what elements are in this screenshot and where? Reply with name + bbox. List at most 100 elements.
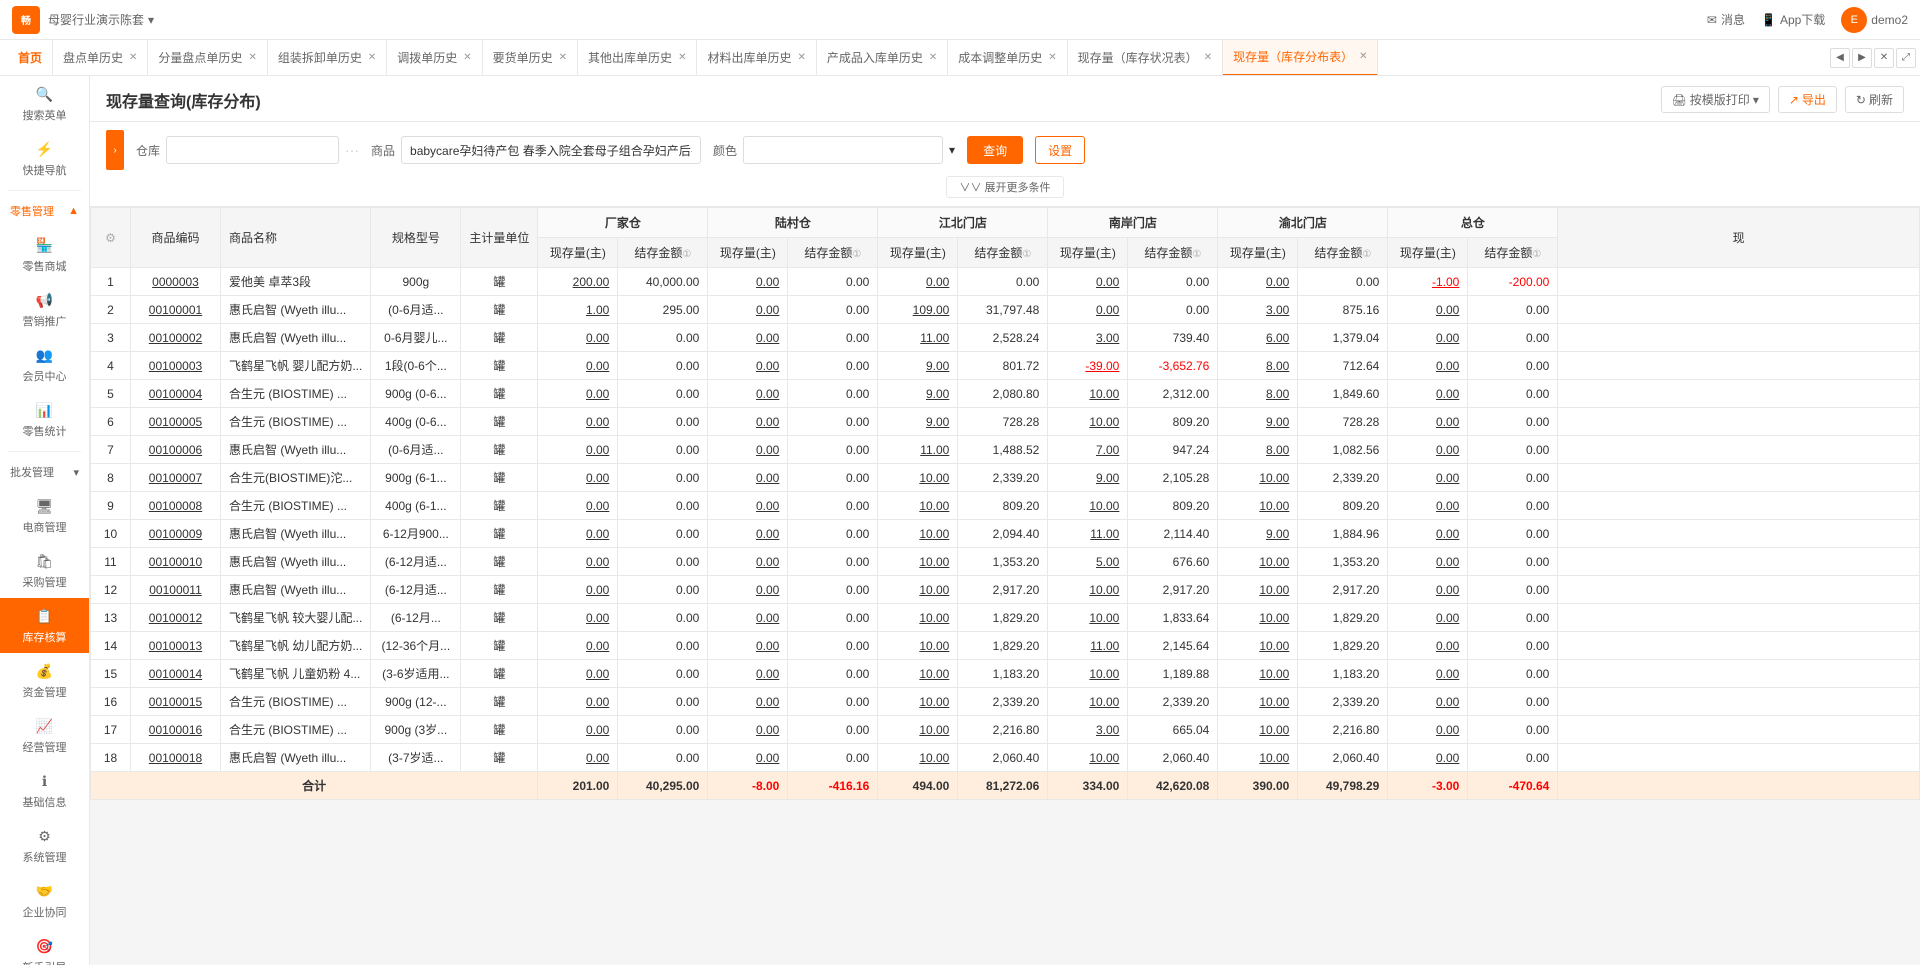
- tab-close-all-btn[interactable]: ✕: [1874, 48, 1894, 68]
- row-fc-qty[interactable]: 0.00: [538, 324, 618, 352]
- sidebar-item-marketing[interactable]: 📢 营销推广: [0, 282, 89, 337]
- lc-amt-info-icon[interactable]: ①: [852, 249, 861, 260]
- row-total-qty[interactable]: 0.00: [1388, 716, 1468, 744]
- row-na-qty[interactable]: 10.00: [1048, 380, 1128, 408]
- row-na-qty[interactable]: 0.00: [1048, 268, 1128, 296]
- row-lc-qty[interactable]: 0.00: [708, 436, 788, 464]
- row-code[interactable]: 00100005: [131, 408, 221, 436]
- filter-collapse-btn[interactable]: ›: [106, 130, 124, 170]
- tab-product-in[interactable]: 产成品入库单历史 ✕: [817, 40, 948, 76]
- row-total-qty[interactable]: 0.00: [1388, 492, 1468, 520]
- row-jb-qty[interactable]: 10.00: [878, 548, 958, 576]
- row-lc-qty[interactable]: 0.00: [708, 660, 788, 688]
- row-yb-qty[interactable]: 10.00: [1218, 716, 1298, 744]
- row-fc-qty[interactable]: 0.00: [538, 352, 618, 380]
- close-tab-material-out[interactable]: ✕: [797, 52, 805, 63]
- row-code[interactable]: 00100011: [131, 576, 221, 604]
- fc-amt-info-icon[interactable]: ①: [682, 249, 691, 260]
- row-code[interactable]: 00100008: [131, 492, 221, 520]
- row-total-qty[interactable]: 0.00: [1388, 352, 1468, 380]
- row-lc-qty[interactable]: 0.00: [708, 492, 788, 520]
- row-yb-qty[interactable]: 10.00: [1218, 632, 1298, 660]
- row-code[interactable]: 00100006: [131, 436, 221, 464]
- jb-amt-info-icon[interactable]: ①: [1022, 249, 1031, 260]
- row-na-qty[interactable]: 3.00: [1048, 716, 1128, 744]
- row-lc-qty[interactable]: 0.00: [708, 744, 788, 772]
- row-total-qty[interactable]: 0.00: [1388, 324, 1468, 352]
- row-code[interactable]: 00100009: [131, 520, 221, 548]
- row-jb-qty[interactable]: 10.00: [878, 688, 958, 716]
- row-yb-qty[interactable]: 3.00: [1218, 296, 1298, 324]
- row-lc-qty[interactable]: 0.00: [708, 352, 788, 380]
- row-code[interactable]: 00100002: [131, 324, 221, 352]
- row-na-qty[interactable]: 10.00: [1048, 660, 1128, 688]
- row-total-qty[interactable]: 0.00: [1388, 296, 1468, 324]
- row-jb-qty[interactable]: 10.00: [878, 744, 958, 772]
- row-jb-qty[interactable]: 10.00: [878, 632, 958, 660]
- row-jb-qty[interactable]: 10.00: [878, 604, 958, 632]
- row-code[interactable]: 00100003: [131, 352, 221, 380]
- sidebar-item-purchase[interactable]: 🛍 采购管理: [0, 543, 89, 598]
- row-lc-qty[interactable]: 0.00: [708, 688, 788, 716]
- row-code[interactable]: 00100018: [131, 744, 221, 772]
- row-yb-qty[interactable]: 10.00: [1218, 604, 1298, 632]
- row-na-qty[interactable]: 0.00: [1048, 296, 1128, 324]
- suite-selector[interactable]: 母婴行业演示陈套 ▾: [48, 11, 154, 28]
- app-download-btn[interactable]: 📱 App下载: [1761, 11, 1825, 28]
- row-fc-qty[interactable]: 0.00: [538, 744, 618, 772]
- row-jb-qty[interactable]: 9.00: [878, 380, 958, 408]
- row-na-qty[interactable]: 10.00: [1048, 744, 1128, 772]
- row-lc-qty[interactable]: 0.00: [708, 296, 788, 324]
- row-code[interactable]: 00100007: [131, 464, 221, 492]
- row-lc-qty[interactable]: 0.00: [708, 408, 788, 436]
- tab-assembly[interactable]: 组装拆卸单历史 ✕: [268, 40, 387, 76]
- row-yb-qty[interactable]: 10.00: [1218, 492, 1298, 520]
- row-lc-qty[interactable]: 0.00: [708, 548, 788, 576]
- tab-partial-check[interactable]: 分量盘点单历史 ✕: [148, 40, 267, 76]
- row-yb-qty[interactable]: 10.00: [1218, 744, 1298, 772]
- row-fc-qty[interactable]: 0.00: [538, 520, 618, 548]
- row-jb-qty[interactable]: 10.00: [878, 464, 958, 492]
- tab-home[interactable]: 首页: [8, 40, 53, 76]
- row-total-qty[interactable]: -1.00: [1388, 268, 1468, 296]
- sidebar-item-retail-mall[interactable]: 🏪 零售商城: [0, 227, 89, 282]
- close-tab-cost-adjust[interactable]: ✕: [1048, 52, 1056, 63]
- close-tab-assembly[interactable]: ✕: [368, 52, 376, 63]
- row-jb-qty[interactable]: 10.00: [878, 716, 958, 744]
- sidebar-item-retail-mgmt[interactable]: 零售管理 ▲: [0, 195, 89, 227]
- row-fc-qty[interactable]: 0.00: [538, 604, 618, 632]
- row-yb-qty[interactable]: 10.00: [1218, 576, 1298, 604]
- row-total-qty[interactable]: 0.00: [1388, 520, 1468, 548]
- row-jb-qty[interactable]: 9.00: [878, 408, 958, 436]
- row-lc-qty[interactable]: 0.00: [708, 520, 788, 548]
- tab-material-out[interactable]: 材料出库单历史 ✕: [697, 40, 816, 76]
- expand-conditions-btn[interactable]: ∨∨ 展开更多条件: [946, 176, 1063, 198]
- sidebar-item-search[interactable]: 🔍 搜索英单: [0, 76, 89, 131]
- row-code[interactable]: 00100016: [131, 716, 221, 744]
- row-fc-qty[interactable]: 0.00: [538, 660, 618, 688]
- row-code[interactable]: 00100001: [131, 296, 221, 324]
- row-code[interactable]: 0000003: [131, 268, 221, 296]
- row-yb-qty[interactable]: 6.00: [1218, 324, 1298, 352]
- row-lc-qty[interactable]: 0.00: [708, 464, 788, 492]
- row-total-qty[interactable]: 0.00: [1388, 464, 1468, 492]
- row-na-qty[interactable]: 10.00: [1048, 688, 1128, 716]
- row-code[interactable]: 00100012: [131, 604, 221, 632]
- row-na-qty[interactable]: 7.00: [1048, 436, 1128, 464]
- row-jb-qty[interactable]: 9.00: [878, 352, 958, 380]
- row-yb-qty[interactable]: 9.00: [1218, 520, 1298, 548]
- row-jb-qty[interactable]: 10.00: [878, 492, 958, 520]
- row-total-qty[interactable]: 0.00: [1388, 632, 1468, 660]
- sidebar-item-retail-stats[interactable]: 📊 零售统计: [0, 392, 89, 447]
- row-total-qty[interactable]: 0.00: [1388, 688, 1468, 716]
- total-amt-info-icon[interactable]: ①: [1532, 249, 1541, 260]
- row-fc-qty[interactable]: 0.00: [538, 688, 618, 716]
- sidebar-item-basic[interactable]: ℹ 基础信息: [0, 763, 89, 818]
- print-btn[interactable]: 🖨 按模版打印 ▾: [1661, 86, 1770, 113]
- tab-inventory-status[interactable]: 现存量（库存状况表） ✕: [1068, 40, 1223, 76]
- row-jb-qty[interactable]: 109.00: [878, 296, 958, 324]
- row-lc-qty[interactable]: 0.00: [708, 632, 788, 660]
- row-jb-qty[interactable]: 10.00: [878, 520, 958, 548]
- row-na-qty[interactable]: 10.00: [1048, 604, 1128, 632]
- yb-amt-info-icon[interactable]: ①: [1362, 249, 1371, 260]
